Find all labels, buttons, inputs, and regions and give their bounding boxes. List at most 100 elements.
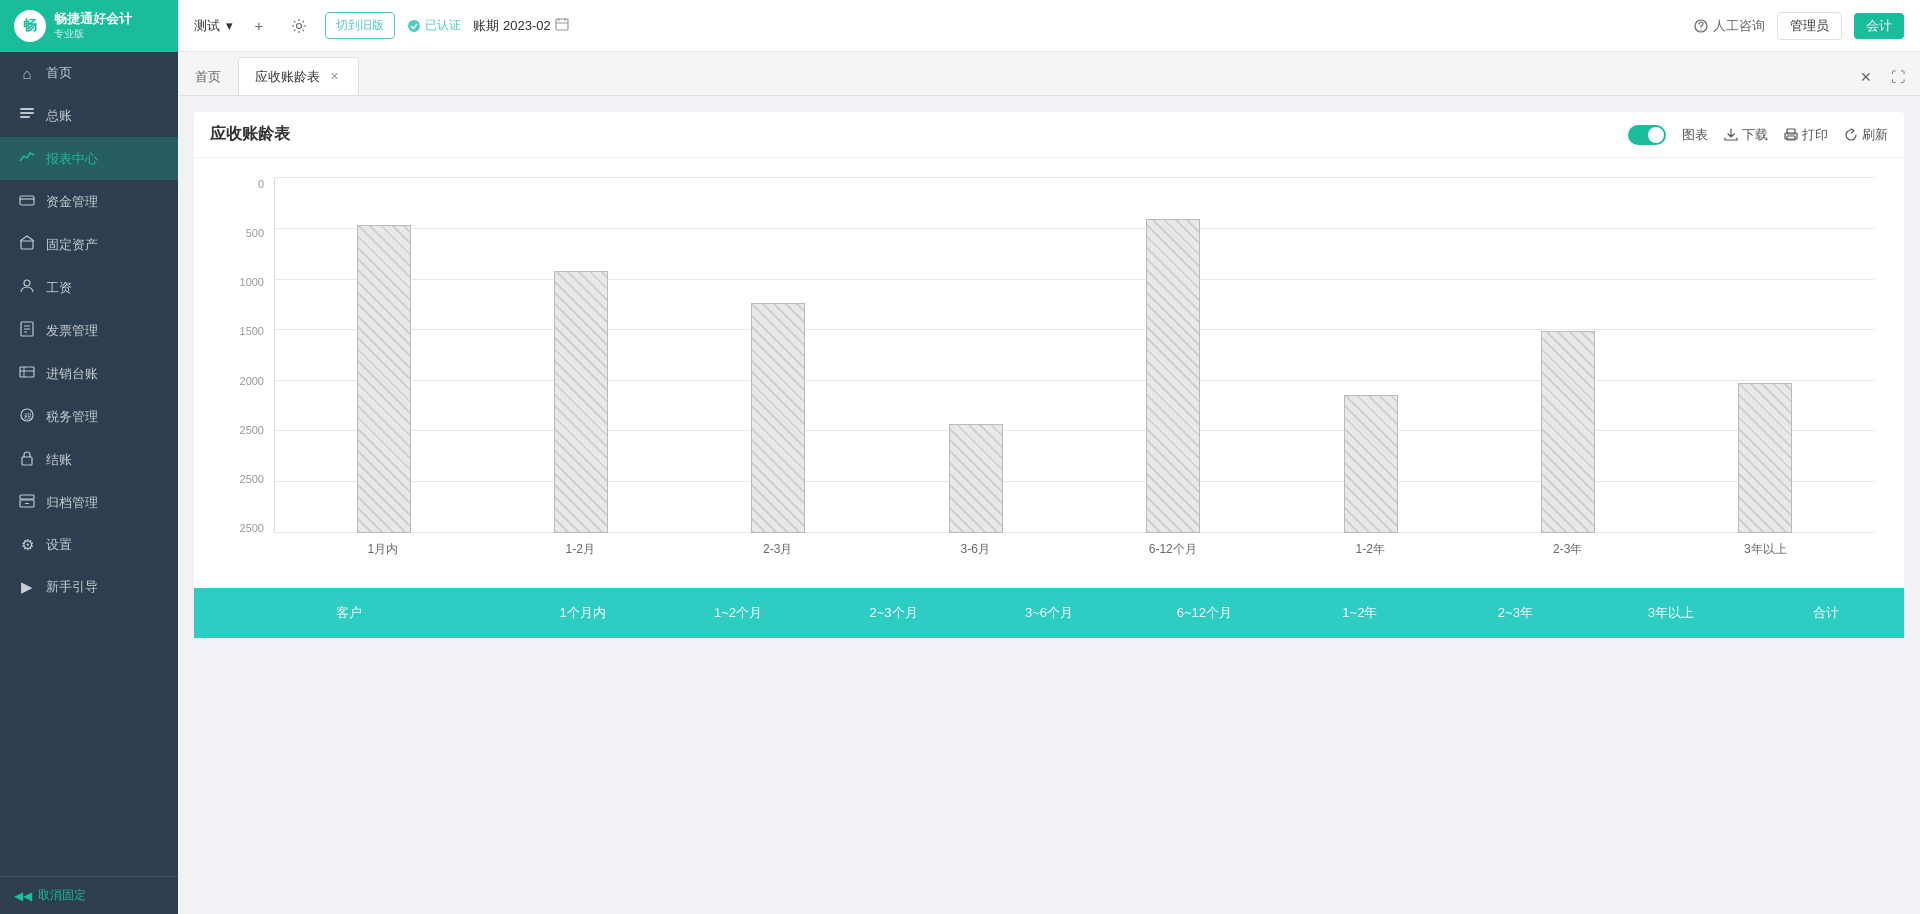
page-body: 应收账龄表 图表 下载 打印 刷 [178,96,1920,914]
svg-text:税: 税 [24,412,32,421]
th-2-3year: 2~3年 [1438,588,1593,638]
chart-plot-area: 1月内 1-2月 2-3月 3-6月 6-12个月 1-2年 2-3年 3年以上 [274,178,1874,558]
period-display: 账期 2023-02 [473,17,569,35]
calendar-icon[interactable] [555,17,569,34]
yaxis-2500: 2500 [240,522,264,534]
tab-aging-label: 应收账龄表 [255,68,320,86]
chart-xaxis: 1月内 1-2月 2-3月 3-6月 6-12个月 1-2年 2-3年 3年以上 [274,533,1874,558]
bar-1month [357,225,411,533]
print-button[interactable]: 打印 [1784,126,1828,144]
refresh-button[interactable]: 刷新 [1844,126,1888,144]
sidebar-item-sales[interactable]: 进销台账 [0,352,178,395]
main-content: 测试 ▾ + 切到旧版 已认证 账期 2023-02 人工咨询 管理员 会计 [178,0,1920,914]
switch-version-button[interactable]: 切到旧版 [325,12,395,39]
sales-icon [18,364,36,383]
sidebar-label-settings: 设置 [46,536,72,554]
sidebar-label-close: 结账 [46,451,72,469]
svg-rect-11 [20,367,34,377]
sidebar-label-home: 首页 [46,64,72,82]
assets-icon [18,235,36,254]
sidebar-label-tax: 税务管理 [46,408,98,426]
svg-rect-17 [20,495,34,499]
sidebar-item-settings[interactable]: ⚙ 设置 [0,524,178,566]
report-title: 应收账龄表 [210,124,1628,145]
logo-name: 畅捷通好会计 [54,11,132,28]
topbar-right: 人工咨询 管理员 会计 [1693,12,1904,40]
bar-1-2month [554,271,608,533]
bar-group-7 [1541,331,1595,533]
report-header: 应收账龄表 图表 下载 打印 刷 [194,112,1904,158]
period-value: 2023-02 [503,18,551,33]
bar-group-1 [357,225,411,533]
svg-point-21 [408,20,420,32]
logo-icon: 畅 [14,10,46,42]
xaxis-6-12month: 6-12个月 [1146,541,1200,558]
role-button[interactable]: 会计 [1854,13,1904,39]
chart-wrapper: 2500 2500 2500 2000 1500 1000 500 0 [234,178,1874,558]
sidebar-item-payroll[interactable]: 工资 [0,266,178,309]
tabbar-actions: ✕ ⛶ [1852,63,1920,95]
th-1-2month: 1~2个月 [660,588,815,638]
chart-label: 图表 [1682,126,1708,144]
xaxis-1-2year: 1-2年 [1343,541,1397,558]
svg-rect-22 [556,19,568,30]
certified-label: 已认证 [425,17,461,34]
add-button[interactable]: + [245,12,273,40]
tab-close-button[interactable]: ✕ [1852,63,1880,91]
company-selector[interactable]: 测试 ▾ [194,17,233,35]
yaxis-2500c: 2500 [240,424,264,436]
chart-toggle[interactable] [1628,125,1666,145]
sidebar-item-guide[interactable]: ▶ 新手引导 [0,566,178,608]
th-customer: 客户 [194,588,505,638]
sidebar-pin-toggle[interactable]: ◀◀ 取消固定 [0,876,178,914]
bar-group-5 [1146,219,1200,533]
yaxis-0: 0 [258,178,264,190]
sidebar-item-archive[interactable]: 归档管理 [0,481,178,524]
yaxis-2500b: 2500 [240,473,264,485]
sidebar: 畅 畅捷通好会计 专业版 ⌂ 首页 总账 报表中心 [0,0,178,914]
svg-rect-3 [20,196,34,205]
archive-icon [18,493,36,512]
bar-6-12month [1146,219,1200,533]
close-accounts-icon [18,450,36,469]
chart-grid [274,178,1874,533]
funds-icon [18,192,36,211]
support-button[interactable]: 人工咨询 [1693,17,1765,35]
sidebar-label-archive: 归档管理 [46,494,98,512]
sidebar-item-assets[interactable]: 固定资产 [0,223,178,266]
settings-button[interactable] [285,12,313,40]
download-button[interactable]: 下载 [1724,126,1768,144]
sidebar-label-sales: 进销台账 [46,365,98,383]
sidebar-item-close[interactable]: 结账 [0,438,178,481]
refresh-label: 刷新 [1862,126,1888,144]
bar-group-2 [554,271,608,533]
th-1-2year: 1~2年 [1282,588,1437,638]
guide-icon: ▶ [18,578,36,596]
th-total: 合计 [1749,588,1904,638]
sidebar-item-home[interactable]: ⌂ 首页 [0,52,178,94]
sidebar-item-ledger[interactable]: 总账 [0,94,178,137]
th-3-6month: 3~6个月 [971,588,1126,638]
pin-icon: ◀◀ [14,889,32,903]
bar-3plus-year [1738,383,1792,533]
home-icon: ⌂ [18,65,36,82]
sidebar-item-reports[interactable]: 报表中心 [0,137,178,180]
sidebar-item-invoice[interactable]: 发票管理 [0,309,178,352]
tab-aging-close[interactable]: ✕ [326,69,342,85]
svg-point-6 [24,280,30,286]
pin-label: 取消固定 [38,887,86,904]
sidebar-item-tax[interactable]: 税 税务管理 [0,395,178,438]
user-button[interactable]: 管理员 [1777,12,1842,40]
svg-rect-5 [21,241,33,249]
bar-group-4 [949,424,1003,533]
print-label: 打印 [1802,126,1828,144]
tab-aging[interactable]: 应收账龄表 ✕ [238,57,359,95]
tabbar: 首页 应收账龄表 ✕ ✕ ⛶ [178,52,1920,96]
sidebar-label-assets: 固定资产 [46,236,98,254]
report-page: 应收账龄表 图表 下载 打印 刷 [178,96,1920,638]
sidebar-item-funds[interactable]: 资金管理 [0,180,178,223]
xaxis-2-3month: 2-3月 [751,541,805,558]
xaxis-2-3year: 2-3年 [1541,541,1595,558]
tab-expand-button[interactable]: ⛶ [1884,63,1912,91]
tab-home[interactable]: 首页 [178,57,238,95]
